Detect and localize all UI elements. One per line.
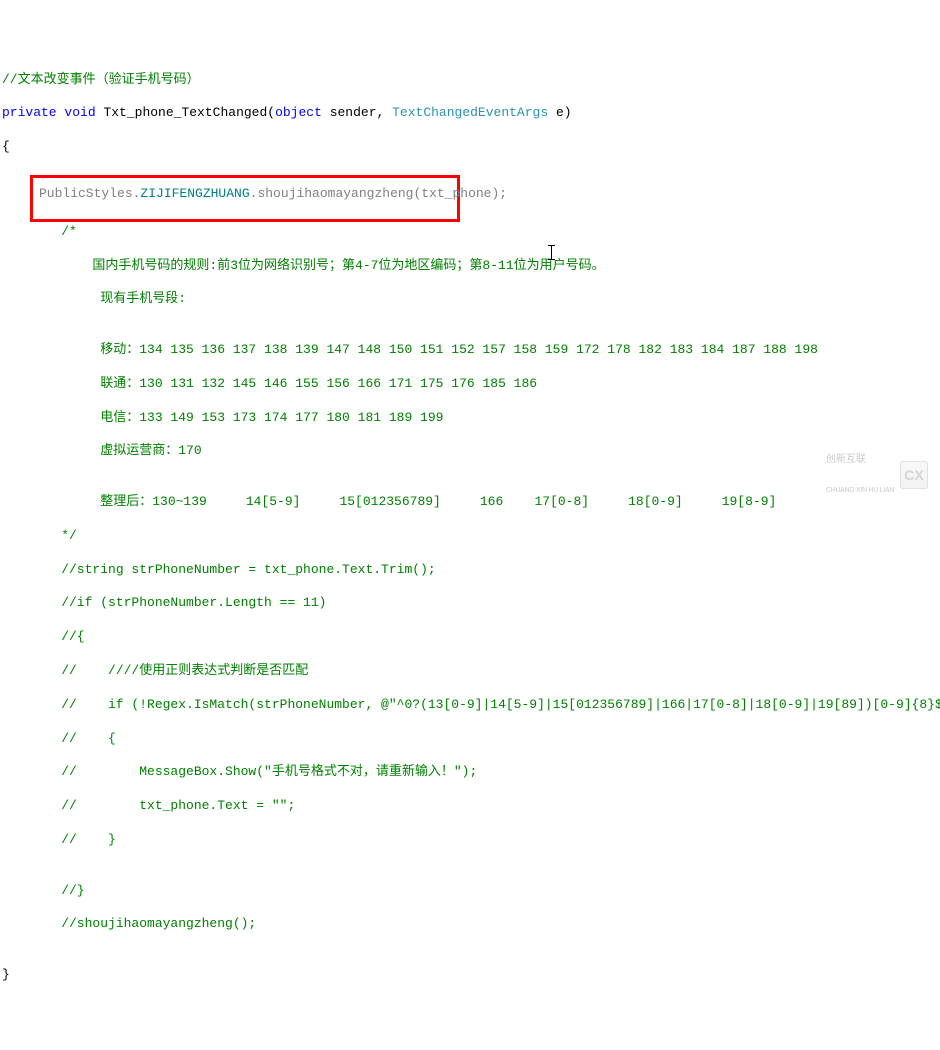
comment-unicom: 联通：130 131 132 145 146 155 156 166 171 1… <box>2 376 938 393</box>
comment-mobile: 移动：134 135 136 137 138 139 147 148 150 1… <box>2 342 938 359</box>
brace-open: { <box>2 139 938 156</box>
comment-telecom: 电信：133 149 153 173 174 177 180 181 189 1… <box>2 410 938 427</box>
comment-virtual: 虚拟运营商：170 <box>2 443 938 460</box>
watermark-logo-icon: CX <box>900 461 928 489</box>
text-cursor-icon <box>551 245 552 260</box>
commented-code: // } <box>2 832 938 849</box>
method-signature: private void Txt_phone_TextChanged(objec… <box>2 105 938 122</box>
comment-line: //文本改变事件（验证手机号码） <box>2 72 938 89</box>
commented-code: //if (strPhoneNumber.Length == 11) <box>2 595 938 612</box>
brace-close: } <box>2 967 938 984</box>
comment-rule: 国内手机号码的规则:前3位为网络识别号；第4-7位为地区编码；第8-11位为用户… <box>2 258 938 275</box>
commented-code: //shoujihaomayangzheng(); <box>2 916 938 933</box>
comment-summary: 整理后：130~139 14[5-9] 15[012356789] 166 17… <box>2 494 938 511</box>
commented-code: // txt_phone.Text = ""; <box>2 798 938 815</box>
commented-code-messagebox: // MessageBox.Show("手机号格式不对，请重新输入！"); <box>2 764 938 781</box>
commented-code: // { <box>2 731 938 748</box>
commented-code: // ////使用正则表达式判断是否匹配 <box>2 663 938 680</box>
watermark-text: 创新互联 CHUANG XIN HU LIAN <box>826 432 894 517</box>
comment-segments-header: 现有手机号段: <box>2 291 938 308</box>
block-comment-end: */ <box>2 528 938 545</box>
commented-code: //} <box>2 883 938 900</box>
commented-code: //{ <box>2 629 938 646</box>
highlighted-code-box: PublicStyles.ZIJIFENGZHUANG.shoujihaomay… <box>30 175 460 222</box>
commented-code-regex: // if (!Regex.IsMatch(strPhoneNumber, @"… <box>2 697 938 714</box>
commented-code: //string strPhoneNumber = txt_phone.Text… <box>2 562 938 579</box>
watermark: 创新互联 CHUANG XIN HU LIAN CX <box>826 432 928 517</box>
block-comment-start: /* <box>2 224 938 241</box>
